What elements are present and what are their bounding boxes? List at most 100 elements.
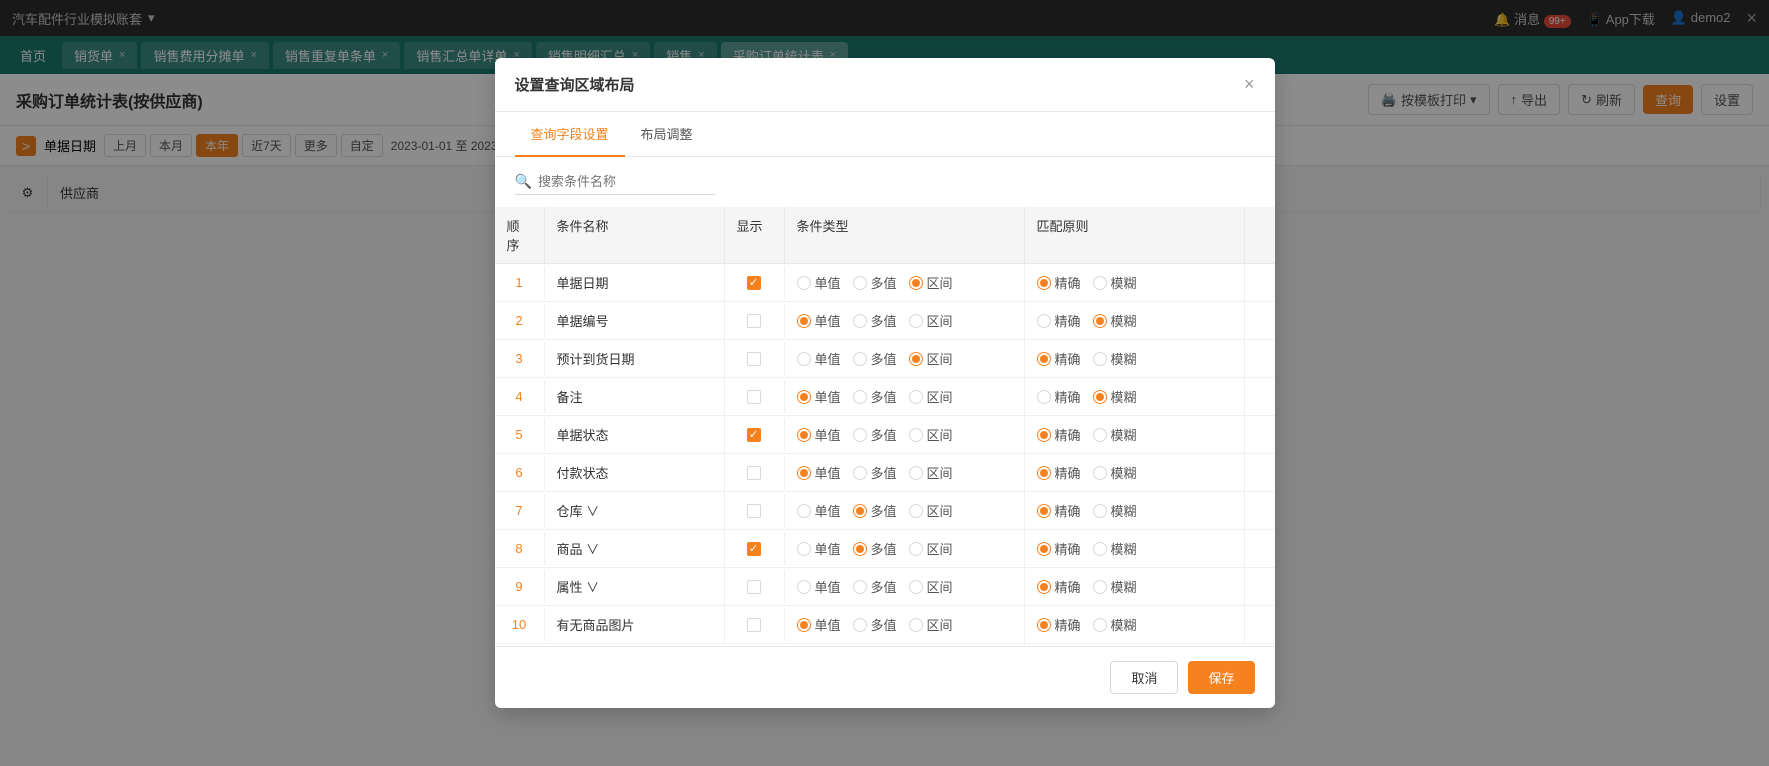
- display-checkbox[interactable]: [747, 466, 761, 480]
- radio-item-type_multi[interactable]: 多值: [853, 577, 897, 596]
- radio-item-type_multi[interactable]: 多值: [853, 425, 897, 444]
- th-type: 条件类型: [785, 207, 1025, 263]
- cell-display[interactable]: [725, 456, 785, 490]
- radio-label: 区间: [927, 311, 953, 330]
- cell-name: 付款状态: [545, 454, 725, 491]
- cell-order: 8: [495, 532, 545, 565]
- radio-item-type_single[interactable]: 单值: [797, 349, 841, 368]
- radio-item-type_multi[interactable]: 多值: [853, 539, 897, 558]
- radio-item-rule_exact[interactable]: 精确: [1037, 349, 1081, 368]
- radio-item-rule_fuzzy[interactable]: 模糊: [1093, 311, 1137, 330]
- radio-item-type_single[interactable]: 单值: [797, 311, 841, 330]
- radio-label: 精确: [1055, 577, 1081, 596]
- radio-item-rule_exact[interactable]: 精确: [1037, 425, 1081, 444]
- cell-display[interactable]: [725, 570, 785, 604]
- radio-item-rule_exact[interactable]: 精确: [1037, 539, 1081, 558]
- radio-item-type_multi[interactable]: 多值: [853, 273, 897, 292]
- radio-label: 单值: [815, 615, 841, 634]
- radio-item-rule_fuzzy[interactable]: 模糊: [1093, 463, 1137, 482]
- cancel-btn[interactable]: 取消: [1110, 661, 1178, 694]
- radio-item-rule_fuzzy[interactable]: 模糊: [1093, 349, 1137, 368]
- radio-item-type_range[interactable]: 区间: [909, 311, 953, 330]
- display-checkbox[interactable]: [747, 352, 761, 366]
- display-checkbox[interactable]: [747, 314, 761, 328]
- dialog-tab-layout[interactable]: 布局调整: [625, 112, 709, 157]
- radio-item-type_single[interactable]: 单值: [797, 539, 841, 558]
- radio-item-type_single[interactable]: 单值: [797, 425, 841, 444]
- radio-item-type_single[interactable]: 单值: [797, 387, 841, 406]
- dialog-tab-query-fields[interactable]: 查询字段设置: [515, 112, 625, 157]
- radio-item-rule_exact[interactable]: 精确: [1037, 387, 1081, 406]
- radio-label: 多值: [871, 501, 897, 520]
- radio-item-type_single[interactable]: 单值: [797, 501, 841, 520]
- radio-item-type_range[interactable]: 区间: [909, 577, 953, 596]
- radio-circle: [797, 504, 811, 518]
- radio-item-rule_exact[interactable]: 精确: [1037, 577, 1081, 596]
- radio-item-rule_fuzzy[interactable]: 模糊: [1093, 387, 1137, 406]
- radio-item-rule_fuzzy[interactable]: 模糊: [1093, 425, 1137, 444]
- cell-display[interactable]: [725, 266, 785, 300]
- radio-circle: [1037, 466, 1051, 480]
- radio-item-type_range[interactable]: 区间: [909, 539, 953, 558]
- rule-radio-group: 精确模糊: [1037, 387, 1232, 406]
- radio-item-type_range[interactable]: 区间: [909, 273, 953, 292]
- dialog-tabs: 查询字段设置 布局调整: [495, 112, 1275, 157]
- radio-item-rule_exact[interactable]: 精确: [1037, 463, 1081, 482]
- radio-label: 模糊: [1111, 463, 1137, 482]
- cell-display[interactable]: [725, 380, 785, 414]
- radio-item-rule_exact[interactable]: 精确: [1037, 501, 1081, 520]
- radio-item-type_multi[interactable]: 多值: [853, 615, 897, 634]
- radio-circle: [853, 542, 867, 556]
- radio-item-type_range[interactable]: 区间: [909, 425, 953, 444]
- display-checkbox[interactable]: [747, 580, 761, 594]
- radio-item-rule_fuzzy[interactable]: 模糊: [1093, 273, 1137, 292]
- radio-item-rule_fuzzy[interactable]: 模糊: [1093, 501, 1137, 520]
- display-checkbox[interactable]: [747, 504, 761, 518]
- radio-circle: [853, 352, 867, 366]
- search-input[interactable]: [538, 174, 698, 189]
- radio-item-type_single[interactable]: 单值: [797, 577, 841, 596]
- radio-item-type_range[interactable]: 区间: [909, 387, 953, 406]
- radio-label: 多值: [871, 311, 897, 330]
- cell-name: 单据状态: [545, 416, 725, 453]
- dialog-footer: 取消 保存: [495, 646, 1275, 708]
- radio-item-type_range[interactable]: 区间: [909, 349, 953, 368]
- cell-display[interactable]: [725, 494, 785, 528]
- radio-item-rule_exact[interactable]: 精确: [1037, 615, 1081, 634]
- radio-item-type_multi[interactable]: 多值: [853, 349, 897, 368]
- type-radio-group: 单值 多值区间: [797, 501, 1012, 520]
- radio-item-type_multi[interactable]: 多值: [853, 463, 897, 482]
- cell-display[interactable]: [725, 532, 785, 566]
- radio-label: 单值: [815, 577, 841, 596]
- display-checkbox[interactable]: [747, 618, 761, 632]
- radio-label: 单值: [815, 501, 841, 520]
- radio-item-type_single[interactable]: 单值: [797, 615, 841, 634]
- radio-item-rule_fuzzy[interactable]: 模糊: [1093, 577, 1137, 596]
- radio-item-rule_fuzzy[interactable]: 模糊: [1093, 539, 1137, 558]
- display-checkbox[interactable]: [747, 542, 761, 556]
- display-checkbox[interactable]: [747, 428, 761, 442]
- radio-item-rule_fuzzy[interactable]: 模糊: [1093, 615, 1137, 634]
- display-checkbox[interactable]: [747, 390, 761, 404]
- save-btn[interactable]: 保存: [1188, 661, 1254, 694]
- cell-display[interactable]: [725, 418, 785, 452]
- dialog-close-btn[interactable]: ×: [1244, 74, 1255, 95]
- radio-item-rule_exact[interactable]: 精确: [1037, 273, 1081, 292]
- cell-display[interactable]: [725, 304, 785, 338]
- cell-display[interactable]: [725, 608, 785, 642]
- cell-display[interactable]: [725, 342, 785, 376]
- radio-item-rule_exact[interactable]: 精确: [1037, 311, 1081, 330]
- radio-item-type_multi[interactable]: 多值: [853, 501, 897, 520]
- radio-item-type_range[interactable]: 区间: [909, 501, 953, 520]
- radio-item-type_multi[interactable]: 多值: [853, 311, 897, 330]
- display-checkbox[interactable]: [747, 276, 761, 290]
- radio-label: 多值: [871, 539, 897, 558]
- radio-circle: [909, 580, 923, 594]
- radio-item-type_range[interactable]: 区间: [909, 463, 953, 482]
- radio-item-type_single[interactable]: 单值: [797, 273, 841, 292]
- radio-circle: [1037, 390, 1051, 404]
- th-name: 条件名称: [545, 207, 725, 263]
- radio-item-type_range[interactable]: 区间: [909, 615, 953, 634]
- radio-item-type_multi[interactable]: 多值: [853, 387, 897, 406]
- radio-item-type_single[interactable]: 单值: [797, 463, 841, 482]
